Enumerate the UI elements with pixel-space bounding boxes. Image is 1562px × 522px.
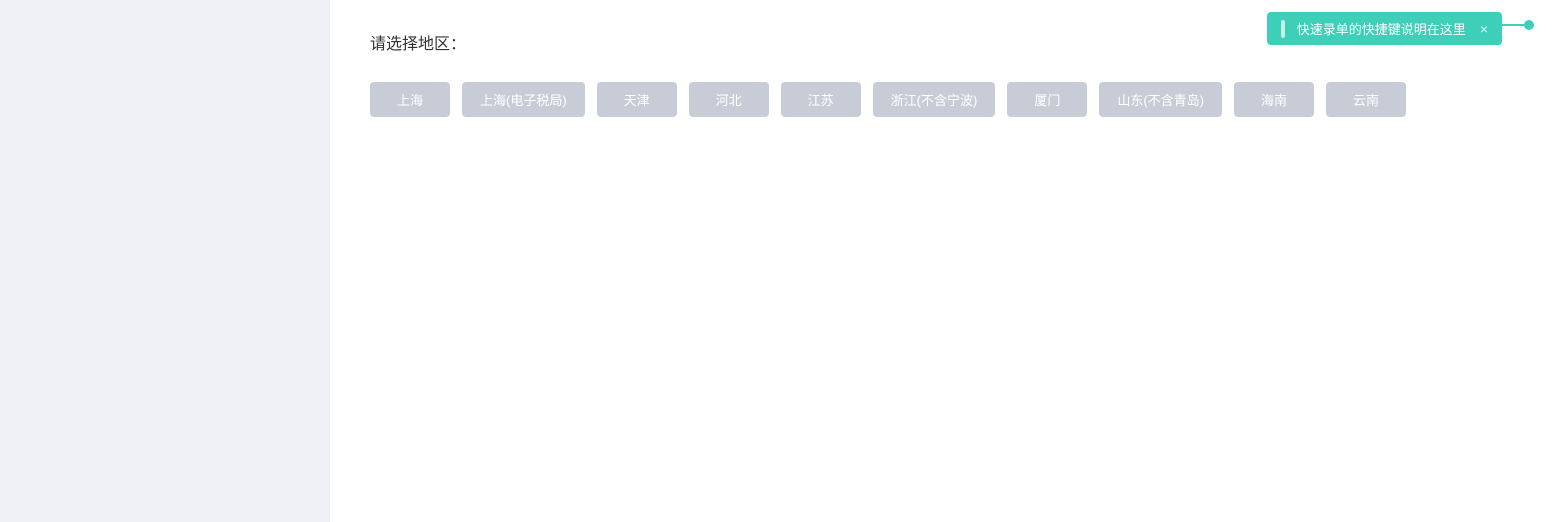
tooltip-text: 快速录单的快捷键说明在这里 [1297,19,1466,38]
tooltip-bar: 快速录单的快捷键说明在这里 × [1267,12,1502,45]
region-buttons-container: 上海上海(电子税局) 天津河北江苏浙江(不含宁波) 厦门山东(不含青岛) 海南云南 [370,82,1522,117]
left-sidebar [0,0,330,522]
region-button-zhejiang[interactable]: 浙江(不含宁波) [873,82,996,117]
tooltip-close-button[interactable]: × [1480,21,1488,37]
region-button-tianjin[interactable]: 天津 [597,82,677,117]
tooltip-connector [1502,24,1524,26]
region-button-xiamen[interactable]: 厦门 [1007,82,1087,117]
region-button-shandong[interactable]: 山东(不含青岛) [1099,82,1222,117]
tooltip-dot [1524,20,1534,30]
tooltip-accent [1281,20,1285,38]
region-button-jiangsu[interactable]: 江苏 [781,82,861,117]
region-button-shanghai-etax[interactable]: 上海(电子税局) [462,82,585,117]
region-button-shanghai[interactable]: 上海 [370,82,450,117]
region-button-yunnan[interactable]: 云南 [1326,82,1406,117]
main-content: 请选择地区： 上海上海(电子税局)天津河北江苏浙江(不含宁波)厦门山东(不含青岛… [330,0,1562,522]
region-button-hainan[interactable]: 海南 [1234,82,1314,117]
region-button-hebei[interactable]: 河北 [689,82,769,117]
